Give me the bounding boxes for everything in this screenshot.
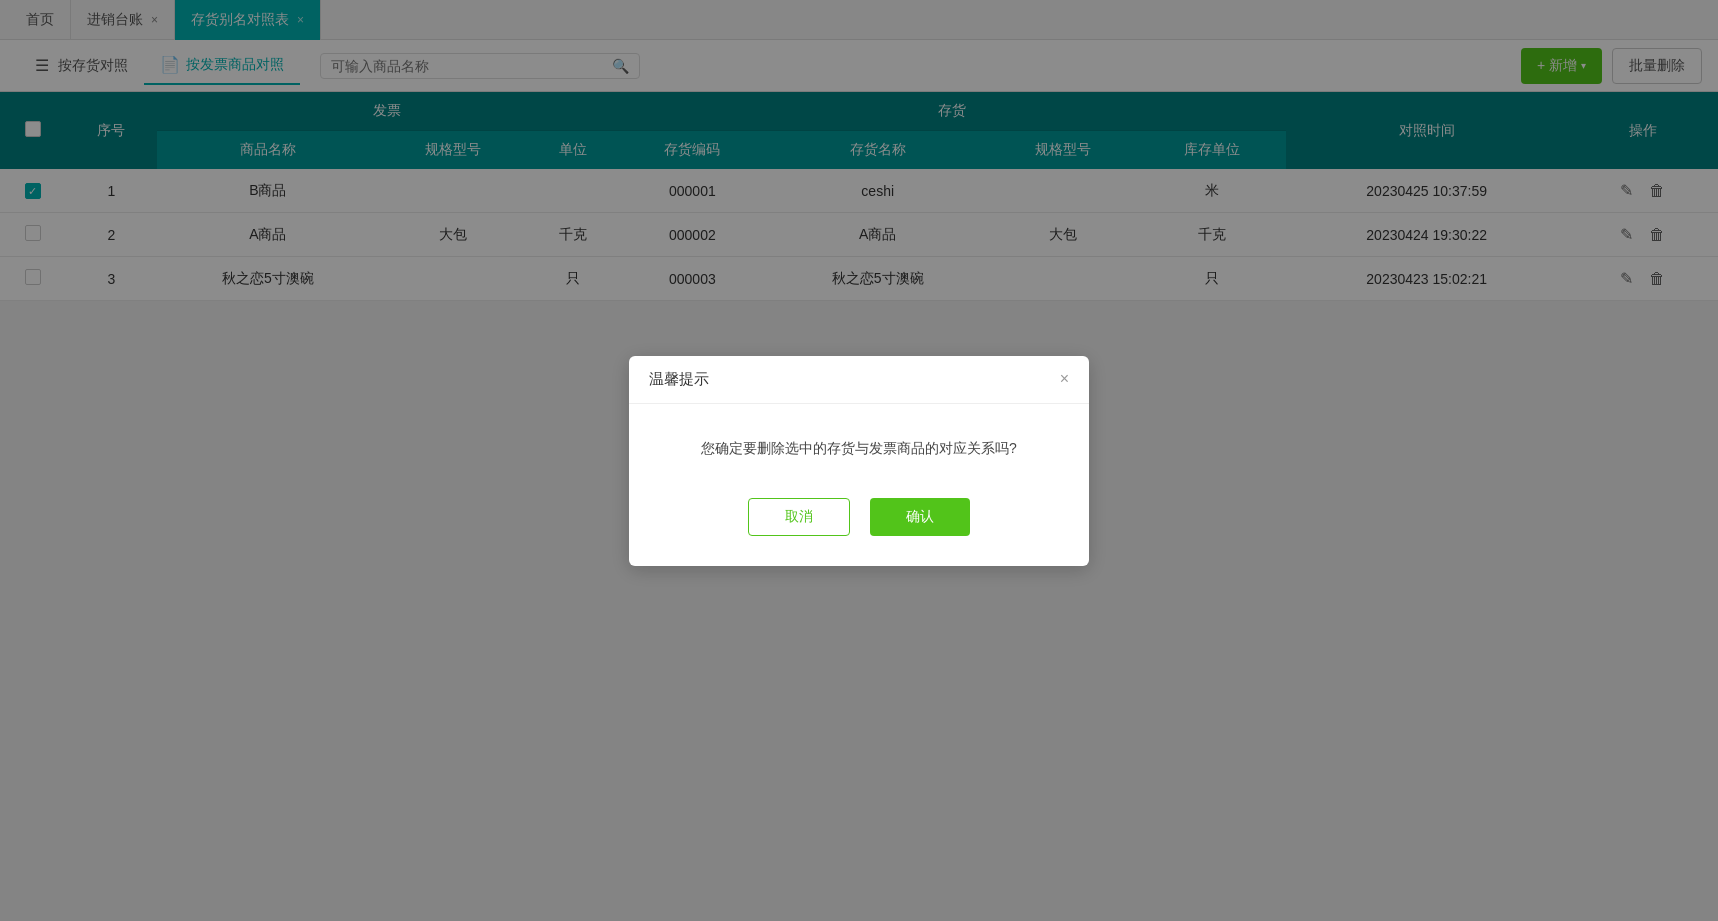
modal-overlay: 温馨提示 × 您确定要删除选中的存货与发票商品的对应关系吗? 取消 确认 bbox=[0, 0, 1718, 301]
